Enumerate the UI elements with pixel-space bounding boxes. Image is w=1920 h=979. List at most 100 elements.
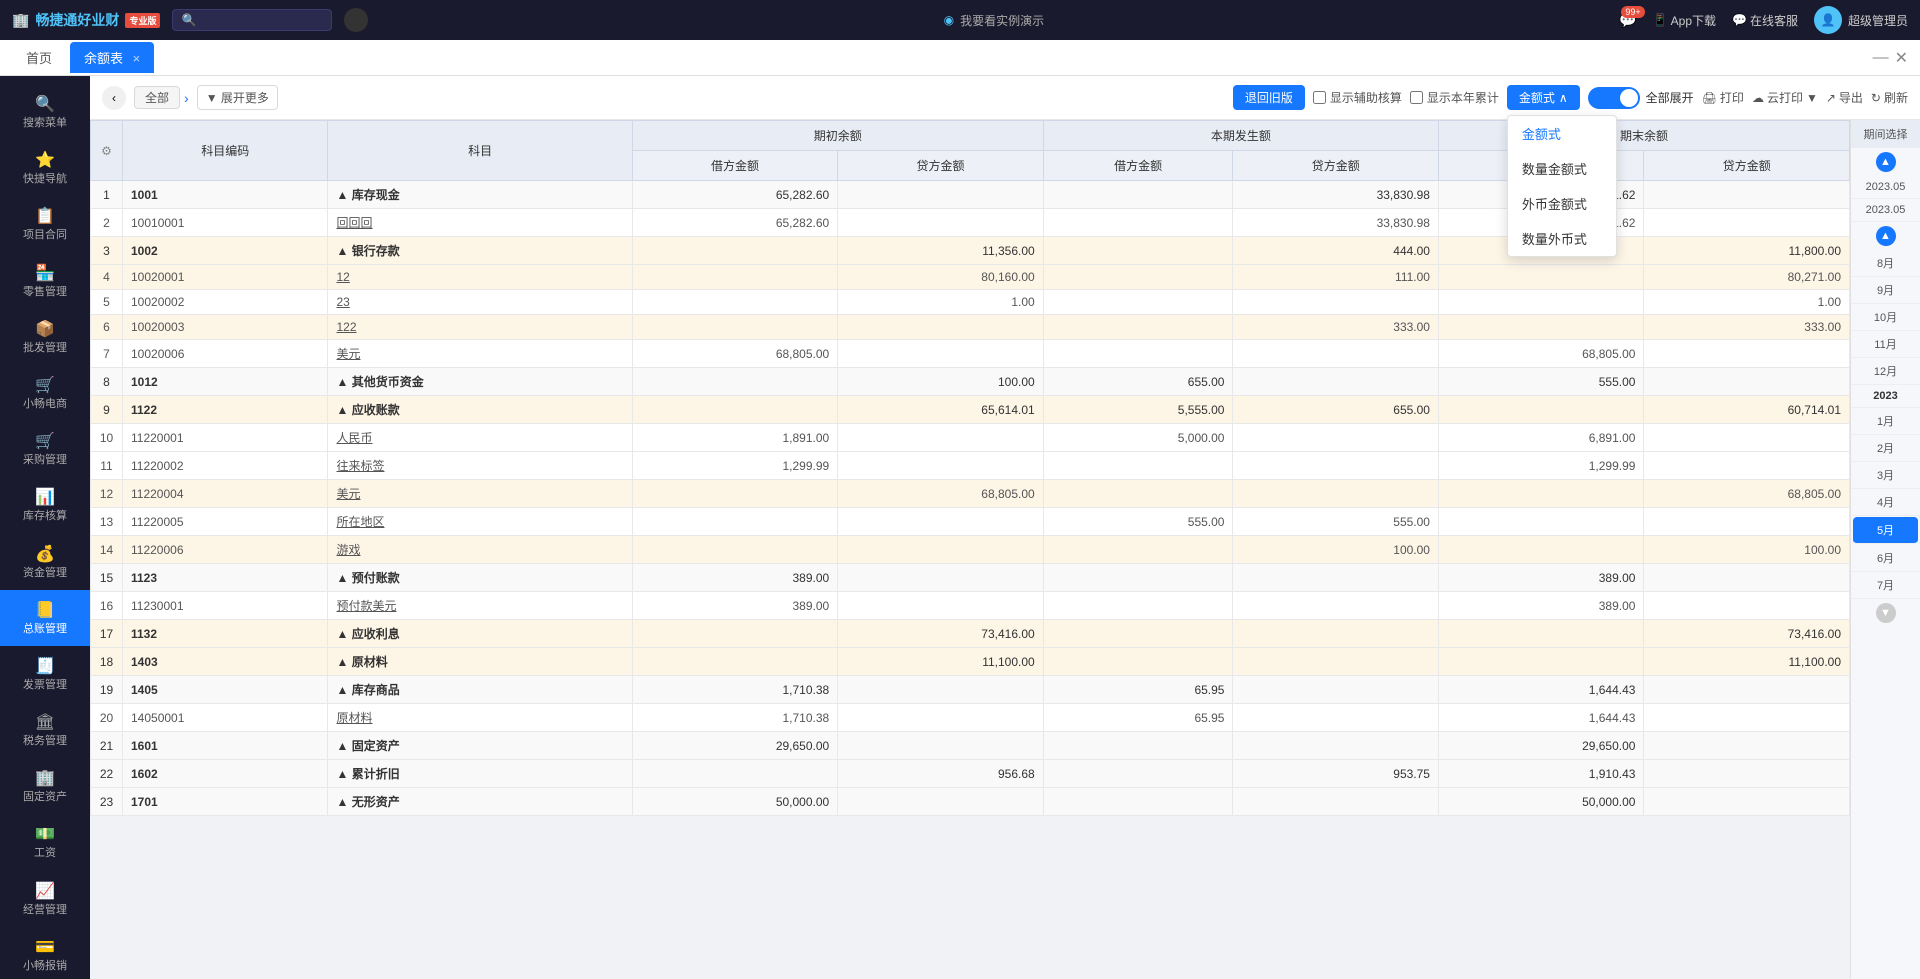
dropdown-item-fx-amount[interactable]: 外币金额式 <box>1508 186 1616 221</box>
sidebar-item-ecommerce[interactable]: 🛒 小畅电商 <box>0 365 90 421</box>
sidebar-item-purchase[interactable]: 🛒 采购管理 <box>0 421 90 477</box>
row-name[interactable]: 12 <box>328 265 632 290</box>
period-4[interactable]: 4月 <box>1851 489 1920 516</box>
table-row[interactable]: 15 1123 ▲ 预付账款 389.00 389.00 <box>91 564 1850 592</box>
print-btn[interactable]: 🖨 打印 <box>1702 89 1744 106</box>
table-row[interactable]: 4 10020001 12 80,160.00 111.00 80,271.00 <box>91 265 1850 290</box>
show-ytd-checkbox[interactable]: 显示本年累计 <box>1410 89 1499 106</box>
sidebar-item-tax[interactable]: 🏛 税务管理 <box>0 702 90 758</box>
download-btn[interactable]: 📱 App下载 <box>1653 12 1716 29</box>
row-name[interactable]: ▲ 库存商品 <box>328 676 632 704</box>
period-2023-start[interactable]: 2023.05 <box>1851 176 1920 199</box>
row-name[interactable]: 122 <box>328 315 632 340</box>
table-row[interactable]: 19 1405 ▲ 库存商品 1,710.38 65.95 1,644.43 <box>91 676 1850 704</box>
period-2023-end[interactable]: 2023.05 <box>1851 199 1920 222</box>
table-row[interactable]: 20 14050001 原材料 1,710.38 65.95 1,644.43 <box>91 704 1850 732</box>
table-row[interactable]: 14 11220006 游戏 100.00 100.00 <box>91 536 1850 564</box>
period-1[interactable]: 1月 <box>1851 408 1920 435</box>
row-name[interactable]: ▲ 银行存款 <box>328 237 632 265</box>
table-row[interactable]: 8 1012 ▲ 其他货币资金 100.00 655.00 555.00 <box>91 368 1850 396</box>
sidebar-item-expense[interactable]: 💳 小畅报销 <box>0 927 90 979</box>
row-name[interactable]: ▲ 无形资产 <box>328 788 632 816</box>
period-nav-up-btn[interactable]: ▲ <box>1876 152 1896 172</box>
row-name[interactable]: ▲ 固定资产 <box>328 732 632 760</box>
sidebar-item-retail[interactable]: 🏪 零售管理 <box>0 253 90 309</box>
period-year-2023[interactable]: 2023 <box>1851 385 1920 408</box>
table-row[interactable]: 22 1602 ▲ 累计折旧 956.68 953.75 1,910.43 <box>91 760 1850 788</box>
window-minimize-btn[interactable]: — <box>1873 49 1889 67</box>
period-10[interactable]: 10月 <box>1851 304 1920 331</box>
sidebar-item-operations[interactable]: 📈 经营管理 <box>0 871 90 927</box>
sidebar-item-ledger[interactable]: 📒 总账管理 <box>0 590 90 646</box>
amount-style-btn[interactable]: 金额式 ∧ <box>1507 85 1580 110</box>
notification-area[interactable]: 💬 99+ <box>1619 12 1636 29</box>
row-name[interactable]: 预付款美元 <box>328 592 632 620</box>
row-name[interactable]: 美元 <box>328 340 632 368</box>
table-row[interactable]: 17 1132 ▲ 应收利息 73,416.00 73,416.00 <box>91 620 1850 648</box>
table-row[interactable]: 12 11220004 美元 68,805.00 68,805.00 <box>91 480 1850 508</box>
return-old-btn[interactable]: 退回旧版 <box>1233 85 1305 110</box>
period-9[interactable]: 9月 <box>1851 277 1920 304</box>
table-row[interactable]: 6 10020003 122 333.00 333.00 <box>91 315 1850 340</box>
auxiliary-input[interactable] <box>1313 91 1326 104</box>
period-3[interactable]: 3月 <box>1851 462 1920 489</box>
online-service-btn[interactable]: 💬 在线客服 <box>1732 12 1798 29</box>
row-name[interactable]: 原材料 <box>328 704 632 732</box>
breadcrumb-all[interactable]: 全部 <box>134 86 180 109</box>
ytd-input[interactable] <box>1410 91 1423 104</box>
row-name[interactable]: 回回回 <box>328 209 632 237</box>
table-row[interactable]: 18 1403 ▲ 原材料 11,100.00 11,100.00 <box>91 648 1850 676</box>
expand-all-toggle[interactable] <box>1588 87 1640 109</box>
settings-icon-btn[interactable]: ⚙ <box>344 8 368 32</box>
row-name[interactable]: ▲ 预付账款 <box>328 564 632 592</box>
sidebar-item-inventory[interactable]: 📊 库存核算 <box>0 477 90 533</box>
period-6[interactable]: 6月 <box>1851 545 1920 572</box>
row-name[interactable]: 人民币 <box>328 424 632 452</box>
table-row[interactable]: 13 11220005 所在地区 555.00 555.00 <box>91 508 1850 536</box>
row-name[interactable]: 美元 <box>328 480 632 508</box>
tab-close-icon[interactable]: × <box>133 51 141 66</box>
user-avatar[interactable]: 👤 超级管理员 <box>1814 6 1908 34</box>
sidebar-item-assets[interactable]: 🏢 固定资产 <box>0 758 90 814</box>
show-auxiliary-checkbox[interactable]: 显示辅助核算 <box>1313 89 1402 106</box>
table-row[interactable]: 7 10020006 美元 68,805.00 68,805.00 <box>91 340 1850 368</box>
tab-balance[interactable]: 余额表 × <box>70 42 154 73</box>
col-settings[interactable]: ⚙ <box>91 121 123 181</box>
period-5[interactable]: 5月 <box>1853 517 1918 544</box>
period-11[interactable]: 11月 <box>1851 331 1920 358</box>
table-row[interactable]: 5 10020002 23 1.00 1.00 <box>91 290 1850 315</box>
refresh-btn[interactable]: ↻ 刷新 <box>1871 89 1908 106</box>
table-row[interactable]: 16 11230001 预付款美元 389.00 389.00 <box>91 592 1850 620</box>
row-name[interactable]: ▲ 应收账款 <box>328 396 632 424</box>
sidebar-item-project[interactable]: 📋 项目合同 <box>0 196 90 252</box>
period-12[interactable]: 12月 <box>1851 358 1920 385</box>
expand-more-btn[interactable]: ▼ 展开更多 <box>197 85 278 110</box>
demo-label[interactable]: 我要看实例演示 <box>960 12 1044 29</box>
sidebar-item-wholesale[interactable]: 📦 批发管理 <box>0 309 90 365</box>
row-name[interactable]: ▲ 原材料 <box>328 648 632 676</box>
dropdown-item-qty-amount[interactable]: 数量金额式 <box>1508 151 1616 186</box>
dropdown-item-amount[interactable]: 金额式 <box>1508 116 1616 151</box>
row-name[interactable]: 23 <box>328 290 632 315</box>
period-7[interactable]: 7月 <box>1851 572 1920 599</box>
nav-back-btn[interactable]: ‹ <box>102 86 126 110</box>
table-row[interactable]: 11 11220002 往来标签 1,299.99 1,299.99 <box>91 452 1850 480</box>
period-8[interactable]: 8月 <box>1851 250 1920 277</box>
sidebar-item-quicknav[interactable]: ⭐ 快捷导航 <box>0 140 90 196</box>
dropdown-item-qty-fx[interactable]: 数量外币式 <box>1508 221 1616 256</box>
sidebar-item-invoice[interactable]: 🧾 发票管理 <box>0 646 90 702</box>
window-close-btn[interactable]: ✕ <box>1895 48 1908 68</box>
row-name[interactable]: ▲ 其他货币资金 <box>328 368 632 396</box>
period-2[interactable]: 2月 <box>1851 435 1920 462</box>
table-row[interactable]: 9 1122 ▲ 应收账款 65,614.01 5,555.00 655.00 … <box>91 396 1850 424</box>
row-name[interactable]: 所在地区 <box>328 508 632 536</box>
period-nav-down-btn[interactable]: ▼ <box>1876 603 1896 623</box>
row-name[interactable]: ▲ 累计折旧 <box>328 760 632 788</box>
sidebar-item-funds[interactable]: 💰 资金管理 <box>0 534 90 590</box>
cloud-print-btn[interactable]: ☁ 云打印 ▼ <box>1752 89 1818 106</box>
row-name[interactable]: 游戏 <box>328 536 632 564</box>
period-nav-up2-btn[interactable]: ▲ <box>1876 226 1896 246</box>
sidebar-item-payroll[interactable]: 💵 工资 <box>0 814 90 870</box>
table-row[interactable]: 23 1701 ▲ 无形资产 50,000.00 50,000.00 <box>91 788 1850 816</box>
row-name[interactable]: 往来标签 <box>328 452 632 480</box>
